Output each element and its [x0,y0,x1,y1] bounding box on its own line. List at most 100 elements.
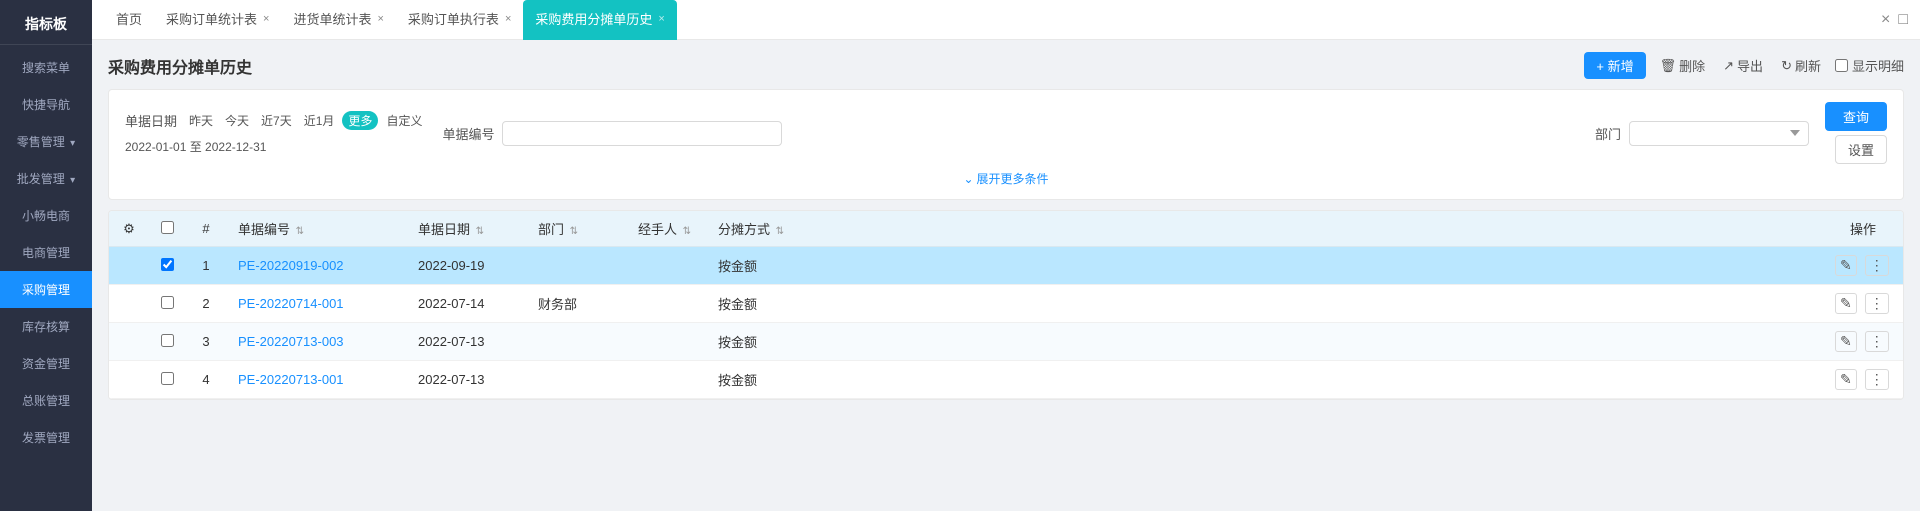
tab-purchase-cost-history[interactable]: 采购费用分摊单历史 × [523,0,676,40]
date-tags: 昨天 今天 近7天 近1月 更多 自定义 [185,111,426,130]
sidebar: 指标板 搜索菜单 快捷导航 零售管理 ▾ 批发管理 ▾ 小畅电商 电商管理 采购… [0,0,92,511]
sidebar-item-ledger[interactable]: 总账管理 [0,382,92,419]
query-button[interactable]: 查询 [1825,102,1887,131]
row-more-icon[interactable]: ⋮ [1865,255,1889,276]
row-check-cell[interactable] [149,285,186,323]
col-handler-header[interactable]: 经手人 ⇅ [626,211,706,247]
add-button[interactable]: + 新增 [1584,52,1645,79]
tab-close-goods-in-stat[interactable]: × [377,13,383,25]
sort-icon: ⇅ [570,226,578,237]
table-row[interactable]: 1 PE-20220919-002 2022-09-19 按金额 ✎ ⋮ [109,247,1903,285]
sidebar-item-mini-shop[interactable]: 小畅电商 [0,197,92,234]
sidebar-item-wholesale[interactable]: 批发管理 ▾ [0,160,92,197]
sidebar-item-invoice[interactable]: 发票管理 [0,419,92,456]
chevron-down-icon: ▾ [70,175,75,186]
col-dept-header[interactable]: 部门 ⇅ [526,211,626,247]
doc-no-link[interactable]: PE-20220919-002 [238,258,344,273]
query-actions: 查询 设置 [1825,102,1887,164]
row-checkbox[interactable] [161,296,174,309]
date-tag-today[interactable]: 今天 [221,111,253,130]
row-checkbox[interactable] [161,372,174,385]
chevron-down-icon: ⌄ [963,172,973,186]
row-actions: ✎ ⋮ [1835,331,1891,352]
row-doc-no-cell: PE-20220714-001 [226,285,406,323]
refresh-button[interactable]: ↻ 刷新 [1777,54,1825,77]
sidebar-item-quick-nav[interactable]: 快捷导航 [0,86,92,123]
table-row[interactable]: 4 PE-20220713-001 2022-07-13 按金额 ✎ ⋮ [109,361,1903,399]
sidebar-logo: 指标板 [0,8,92,45]
row-checkbox[interactable] [161,334,174,347]
settings-button[interactable]: 设置 [1835,135,1887,164]
maximize-icon[interactable]: □ [1898,11,1908,29]
toolbar: + 新增 🗑 删除 ↗ 导出 ↻ 刷新 显示明细 [1584,52,1904,79]
doc-no-link[interactable]: PE-20220714-001 [238,296,344,311]
row-dept-cell: 财务部 [526,285,626,323]
page-title: 采购费用分摊单历史 [108,54,252,78]
row-settings-cell [109,285,149,323]
delete-button[interactable]: 🗑 删除 [1656,54,1710,77]
tab-close-purchase-order-exec[interactable]: × [505,13,511,25]
row-checkbox[interactable] [161,258,174,271]
doc-no-input[interactable] [502,121,782,146]
expand-more-button[interactable]: ⌄ 展开更多条件 [963,170,1048,187]
row-edit-icon[interactable]: ✎ [1835,369,1857,390]
minimize-icon[interactable]: × [1881,11,1890,29]
tab-goods-in-stat[interactable]: 进货单统计表 × [281,0,395,40]
date-tag-1month[interactable]: 近1月 [300,111,339,130]
table-row[interactable]: 2 PE-20220714-001 2022-07-14 财务部 按金额 ✎ ⋮ [109,285,1903,323]
row-method-cell: 按金额 [706,247,1823,285]
col-settings-header[interactable]: ⚙ [109,211,149,247]
sidebar-item-finance[interactable]: 资金管理 [0,345,92,382]
sidebar-item-search[interactable]: 搜索菜单 [0,49,92,86]
row-more-icon[interactable]: ⋮ [1865,293,1889,314]
row-check-cell[interactable] [149,323,186,361]
dept-select[interactable] [1629,121,1809,146]
sidebar-item-inventory[interactable]: 库存核算 [0,308,92,345]
row-edit-icon[interactable]: ✎ [1835,293,1857,314]
row-check-cell[interactable] [149,247,186,285]
row-method-cell: 按金额 [706,361,1823,399]
col-check-header[interactable] [149,211,186,247]
date-tag-yesterday[interactable]: 昨天 [185,111,217,130]
tab-purchase-order-exec[interactable]: 采购订单执行表 × [396,0,523,40]
show-details-checkbox[interactable]: 显示明细 [1835,56,1904,75]
tab-close-purchase-order-stat[interactable]: × [263,13,269,25]
refresh-icon: ↻ [1781,58,1792,74]
sidebar-item-ecommerce[interactable]: 电商管理 [0,234,92,271]
row-more-icon[interactable]: ⋮ [1865,369,1889,390]
table-row[interactable]: 3 PE-20220713-003 2022-07-13 按金额 ✎ ⋮ [109,323,1903,361]
sidebar-item-retail[interactable]: 零售管理 ▾ [0,123,92,160]
delete-icon: 🗑 [1660,58,1677,74]
row-edit-icon[interactable]: ✎ [1835,331,1857,352]
tab-close-purchase-cost-history[interactable]: × [658,13,664,25]
doc-no-link[interactable]: PE-20220713-001 [238,372,344,387]
date-tag-custom[interactable]: 自定义 [382,111,426,130]
doc-no-filter-label: 单据编号 [442,124,494,143]
row-dept-cell [526,247,626,285]
show-details-input[interactable] [1835,59,1848,72]
col-date-header[interactable]: 单据日期 ⇅ [406,211,526,247]
date-tag-more[interactable]: 更多 [342,111,378,130]
row-check-cell[interactable] [149,361,186,399]
row-edit-icon[interactable]: ✎ [1835,255,1857,276]
select-all-checkbox[interactable] [161,221,174,234]
row-dept-cell [526,323,626,361]
export-button[interactable]: ↗ 导出 [1719,54,1767,77]
col-action-header: 操作 [1823,211,1903,247]
settings-icon[interactable]: ⚙ [123,221,135,236]
col-doc-no-header[interactable]: 单据编号 ⇅ [226,211,406,247]
row-method-cell: 按金额 [706,285,1823,323]
col-method-header[interactable]: 分摊方式 ⇅ [706,211,1823,247]
page-body: 采购费用分摊单历史 + 新增 🗑 删除 ↗ 导出 ↻ 刷新 显示明细 [92,40,1920,511]
sidebar-item-purchase[interactable]: 采购管理 [0,271,92,308]
tab-purchase-order-stat[interactable]: 采购订单统计表 × [154,0,281,40]
data-table: ⚙ # 单据编号 ⇅ 单据日期 ⇅ [108,210,1904,400]
row-handler-cell [626,247,706,285]
row-settings-cell [109,247,149,285]
tab-home[interactable]: 首页 [104,0,154,40]
date-tag-7days[interactable]: 近7天 [257,111,296,130]
row-more-icon[interactable]: ⋮ [1865,331,1889,352]
row-actions: ✎ ⋮ [1835,293,1891,314]
doc-no-link[interactable]: PE-20220713-003 [238,334,344,349]
sort-icon: ⇅ [683,226,691,237]
